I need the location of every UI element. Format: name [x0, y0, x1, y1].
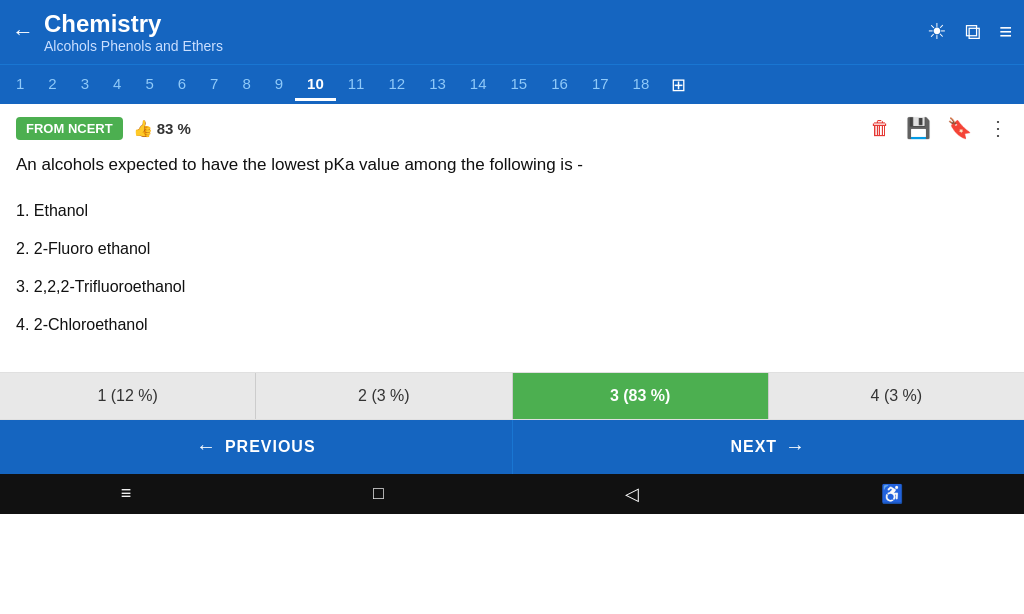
tab-item-2[interactable]: 2	[36, 69, 68, 101]
header-left: ← Chemistry Alcohols Phenols and Ethers	[12, 10, 223, 55]
tab-grid-icon[interactable]: ⊞	[661, 68, 696, 102]
previous-button[interactable]: ← PREVIOUS	[0, 420, 513, 474]
accuracy-block: 👍 83 %	[133, 119, 191, 138]
answer-button-1[interactable]: 1 (12 %)	[0, 373, 256, 419]
next-label: NEXT	[730, 438, 777, 456]
answer-button-4[interactable]: 4 (3 %)	[769, 373, 1024, 419]
tab-item-14[interactable]: 14	[458, 69, 499, 101]
save-icon[interactable]: 💾	[906, 116, 931, 140]
prev-arrow-icon: ←	[196, 435, 217, 458]
next-arrow-icon: →	[785, 435, 806, 458]
system-accessibility-icon[interactable]: ♿	[881, 483, 903, 505]
tab-item-13[interactable]: 13	[417, 69, 458, 101]
from-ncert-badge: FROM NCERT	[16, 117, 123, 140]
system-bar: ≡ □ ◁ ♿	[0, 474, 1024, 514]
tab-item-4[interactable]: 4	[101, 69, 133, 101]
option-item-1[interactable]: 1. Ethanol	[16, 192, 1008, 230]
tab-item-6[interactable]: 6	[166, 69, 198, 101]
meta-bar: FROM NCERT 👍 83 % 🗑 💾 🔖 ⋮	[16, 116, 1008, 140]
system-home-icon[interactable]: □	[373, 483, 384, 504]
tab-item-8[interactable]: 8	[230, 69, 262, 101]
answer-button-3[interactable]: 3 (83 %)	[513, 373, 769, 419]
answer-button-2[interactable]: 2 (3 %)	[256, 373, 512, 419]
back-button[interactable]: ←	[12, 19, 34, 45]
previous-label: PREVIOUS	[225, 438, 316, 456]
header-title-block: Chemistry Alcohols Phenols and Ethers	[44, 10, 223, 55]
thumb-icon: 👍	[133, 119, 153, 138]
tab-item-5[interactable]: 5	[133, 69, 165, 101]
meta-left: FROM NCERT 👍 83 %	[16, 117, 191, 140]
header: ← Chemistry Alcohols Phenols and Ethers …	[0, 0, 1024, 64]
tab-item-17[interactable]: 17	[580, 69, 621, 101]
bottom-navigation: ← PREVIOUS NEXT →	[0, 420, 1024, 474]
menu-icon[interactable]: ≡	[999, 19, 1012, 45]
delete-icon[interactable]: 🗑	[870, 117, 890, 140]
option-item-2[interactable]: 2. 2-Fluoro ethanol	[16, 230, 1008, 268]
tab-item-1[interactable]: 1	[4, 69, 36, 101]
header-subtitle: Alcohols Phenols and Ethers	[44, 38, 223, 54]
header-right: ☀ ⧉ ≡	[927, 19, 1012, 45]
option-item-4[interactable]: 4. 2-Chloroethanol	[16, 306, 1008, 344]
tab-item-11[interactable]: 11	[336, 69, 377, 101]
page-title: Chemistry	[44, 10, 223, 39]
system-back-icon[interactable]: ◁	[625, 483, 639, 505]
bookmark-action-icon[interactable]: 🔖	[947, 116, 972, 140]
meta-right: 🗑 💾 🔖 ⋮	[870, 116, 1008, 140]
content-area: FROM NCERT 👍 83 % 🗑 💾 🔖 ⋮ An alcohols ex…	[0, 104, 1024, 372]
tab-item-15[interactable]: 15	[499, 69, 540, 101]
question-text: An alcohols expected to have the lowest …	[16, 152, 1008, 178]
option-item-3[interactable]: 3. 2,2,2-Trifluoroethanol	[16, 268, 1008, 306]
tabs-bar: 123456789101112131415161718⊞	[0, 64, 1024, 104]
tab-item-16[interactable]: 16	[539, 69, 580, 101]
tab-item-7[interactable]: 7	[198, 69, 230, 101]
brightness-icon[interactable]: ☀	[927, 19, 947, 45]
system-menu-icon[interactable]: ≡	[121, 483, 132, 504]
tab-item-10[interactable]: 10	[295, 69, 336, 101]
answer-buttons: 1 (12 %)2 (3 %)3 (83 %)4 (3 %)	[0, 372, 1024, 420]
tab-item-18[interactable]: 18	[621, 69, 662, 101]
tab-item-12[interactable]: 12	[376, 69, 417, 101]
accuracy-value: 83 %	[157, 120, 191, 137]
bookmark-icon[interactable]: ⧉	[965, 19, 981, 45]
tab-item-9[interactable]: 9	[263, 69, 295, 101]
options-list: 1. Ethanol2. 2-Fluoro ethanol3. 2,2,2-Tr…	[16, 192, 1008, 344]
next-button[interactable]: NEXT →	[513, 420, 1025, 474]
tab-item-3[interactable]: 3	[69, 69, 101, 101]
more-options-icon[interactable]: ⋮	[988, 116, 1008, 140]
